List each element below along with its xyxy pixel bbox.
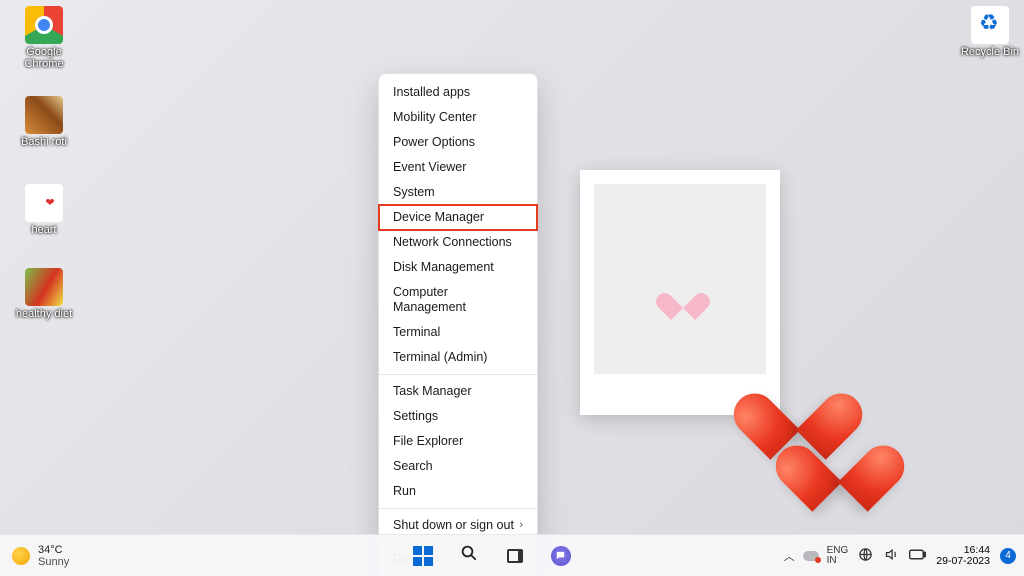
- winx-item-computer-management[interactable]: Computer Management: [379, 280, 537, 320]
- image-file-icon: [25, 96, 63, 134]
- language-switcher[interactable]: ENG IN: [827, 546, 849, 566]
- wallpaper-polaroid-inner: [594, 184, 766, 374]
- notification-center-button[interactable]: 4: [1000, 548, 1016, 564]
- chat-button[interactable]: [541, 538, 581, 574]
- winx-item-label: File Explorer: [393, 434, 463, 449]
- clock-date: 29-07-2023: [936, 556, 990, 567]
- winx-item-label: Network Connections: [393, 235, 512, 250]
- start-button[interactable]: [403, 538, 443, 574]
- winx-item-device-manager[interactable]: Device Manager: [379, 205, 537, 230]
- desktop-icon-label: heart: [8, 224, 80, 236]
- winx-item-label: Terminal: [393, 325, 440, 340]
- recycle-bin-icon: [971, 6, 1009, 44]
- winx-item-label: Shut down or sign out: [393, 518, 514, 533]
- desktop-icon-label: Google Chrome: [8, 46, 80, 70]
- desktop-icon-label: Recycle Bin: [954, 46, 1024, 58]
- winx-item-search[interactable]: Search: [379, 454, 537, 479]
- winx-item-system[interactable]: System: [379, 180, 537, 205]
- menu-separator: [379, 374, 537, 375]
- winx-item-label: Run: [393, 484, 416, 499]
- taskbar-weather-widget[interactable]: 34°C Sunny: [0, 544, 200, 568]
- winx-item-label: Power Options: [393, 135, 475, 150]
- desktop-icon-heart[interactable]: heart: [8, 184, 80, 236]
- weather-text: 34°C Sunny: [38, 544, 69, 568]
- winx-item-power-options[interactable]: Power Options: [379, 130, 537, 155]
- taskbar-clock[interactable]: 16:44 29-07-2023: [936, 545, 990, 567]
- volume-tray-icon[interactable]: [882, 547, 900, 565]
- winx-item-label: Installed apps: [393, 85, 470, 100]
- taskbar: 34°C Sunny ︿: [0, 534, 1024, 576]
- sun-icon: [12, 547, 30, 565]
- desktop-icon-bashi[interactable]: Bashi roti: [8, 96, 80, 148]
- winx-item-label: Event Viewer: [393, 160, 466, 175]
- wallpaper-heart-2: [800, 418, 880, 490]
- desktop-icon-label: healthy diet: [8, 308, 80, 320]
- winx-item-disk-management[interactable]: Disk Management: [379, 255, 537, 280]
- winx-item-settings[interactable]: Settings: [379, 404, 537, 429]
- winx-menu: Installed apps Mobility Center Power Optio…: [378, 73, 538, 576]
- task-view-button[interactable]: [495, 538, 535, 574]
- language-top: ENG: [827, 546, 849, 556]
- chrome-icon: [25, 6, 63, 44]
- onedrive-tray-icon[interactable]: [803, 551, 819, 561]
- winx-item-terminal-admin[interactable]: Terminal (Admin): [379, 345, 537, 370]
- weather-temp: 34°C: [38, 544, 69, 556]
- desktop-icon-diet[interactable]: healthy diet: [8, 268, 80, 320]
- clock-time: 16:44: [936, 545, 990, 556]
- winx-item-label: Terminal (Admin): [393, 350, 487, 365]
- winx-item-event-viewer[interactable]: Event Viewer: [379, 155, 537, 180]
- winx-item-label: Device Manager: [393, 210, 484, 225]
- desktop-icon-recycle-bin[interactable]: Recycle Bin: [954, 6, 1024, 58]
- winx-item-terminal[interactable]: Terminal: [379, 320, 537, 345]
- windows-logo-icon: [413, 546, 433, 566]
- chat-icon: [551, 546, 571, 566]
- winx-item-label: Disk Management: [393, 260, 494, 275]
- winx-item-run[interactable]: Run: [379, 479, 537, 504]
- search-button[interactable]: [449, 538, 489, 574]
- language-bottom: IN: [827, 556, 849, 566]
- menu-separator: [379, 508, 537, 509]
- winx-item-file-explorer[interactable]: File Explorer: [379, 429, 537, 454]
- tray-overflow-button[interactable]: ︿: [784, 548, 795, 564]
- desktop-icon-label: Bashi roti: [8, 136, 80, 148]
- search-icon: [460, 544, 478, 567]
- task-view-icon: [507, 549, 523, 563]
- image-file-icon: [25, 184, 63, 222]
- weather-condition: Sunny: [38, 556, 69, 568]
- winx-item-label: Search: [393, 459, 433, 474]
- winx-item-label: Settings: [393, 409, 438, 424]
- image-file-icon: [25, 268, 63, 306]
- network-tray-icon[interactable]: [856, 547, 874, 565]
- winx-item-label: Mobility Center: [393, 110, 476, 125]
- winx-item-label: System: [393, 185, 435, 200]
- winx-item-label: Computer Management: [393, 285, 523, 315]
- winx-item-mobility-center[interactable]: Mobility Center: [379, 105, 537, 130]
- winx-item-label: Task Manager: [393, 384, 472, 399]
- notification-count: 4: [1005, 550, 1011, 561]
- winx-item-installed-apps[interactable]: Installed apps: [379, 80, 537, 105]
- winx-item-network-connections[interactable]: Network Connections: [379, 230, 537, 255]
- winx-item-task-manager[interactable]: Task Manager: [379, 379, 537, 404]
- wallpaper-small-heart: [666, 282, 700, 312]
- chevron-right-icon: ›: [519, 518, 523, 533]
- battery-tray-icon[interactable]: [908, 549, 926, 563]
- desktop-icon-chrome[interactable]: Google Chrome: [8, 6, 80, 70]
